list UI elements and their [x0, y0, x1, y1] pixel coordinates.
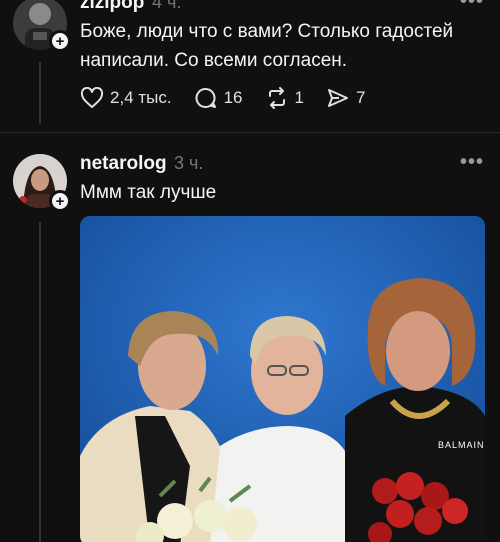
repost-button[interactable]: 1 — [265, 87, 304, 109]
photo-image: BALMAIN — [80, 216, 485, 542]
share-count: 7 — [355, 88, 366, 107]
post-divider — [0, 132, 500, 133]
more-icon[interactable]: ••• — [460, 151, 484, 174]
post-text-line-2: написали. Со всеми согласен. — [80, 50, 348, 71]
follow-plus-icon[interactable]: + — [49, 30, 71, 52]
thread-line — [39, 62, 41, 124]
post-photo[interactable]: BALMAIN — [80, 216, 485, 542]
heart-icon — [80, 87, 104, 108]
repost-icon — [268, 87, 285, 109]
send-icon — [327, 89, 348, 107]
username[interactable]: zizipop — [80, 0, 144, 14]
post-time: 4 ч. — [152, 0, 182, 12]
like-button[interactable]: 2,4 тыс. — [80, 87, 172, 109]
post-actions: 2,4 тыс. 16 1 7 — [80, 84, 387, 112]
reply-button[interactable]: 16 — [194, 87, 243, 109]
thread-line — [39, 222, 41, 542]
post-zizipop: + zizipop 4 ч. ••• Боже, люди что с вами… — [0, 0, 500, 130]
repost-count: 1 — [294, 88, 304, 107]
post-text: Ммм так лучше — [80, 182, 217, 203]
post-netarolog: + netarolog 3 ч. ••• Ммм так лучше BALMA… — [0, 140, 500, 542]
share-button[interactable]: 7 — [326, 87, 365, 109]
comment-icon — [195, 87, 216, 108]
photo-caption-text: BALMAIN — [438, 440, 485, 450]
like-count: 2,4 тыс. — [110, 88, 172, 107]
follow-plus-icon[interactable]: + — [49, 190, 71, 212]
reply-count: 16 — [223, 88, 243, 107]
post-text-line-1: Боже, люди что с вами? Столько гадостей — [80, 21, 454, 42]
more-icon[interactable]: ••• — [460, 0, 484, 13]
post-time: 3 ч. — [174, 153, 204, 173]
username[interactable]: netarolog — [80, 153, 167, 175]
